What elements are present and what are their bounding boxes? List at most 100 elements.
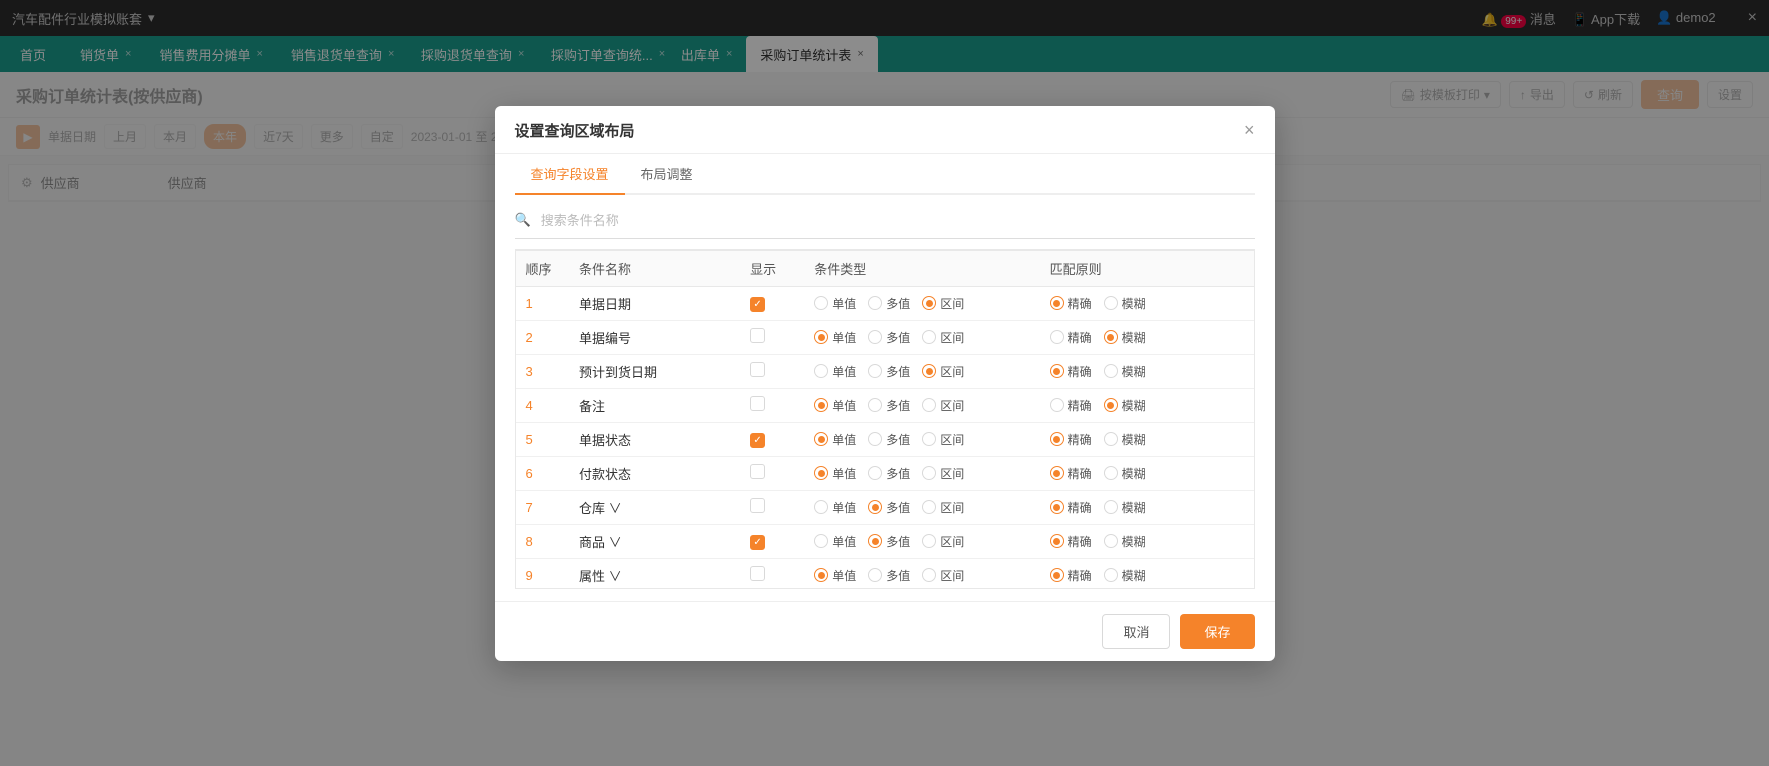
display-checkbox[interactable] [750,498,765,513]
type-range-option[interactable]: 区间 [922,431,964,448]
type-range-option[interactable]: 区间 [922,533,964,550]
match-exact-option[interactable]: 精确 [1050,329,1092,346]
type-single-option[interactable]: 单值 [814,465,856,482]
type-range-radio[interactable] [922,534,936,548]
match-exact-option[interactable]: 精确 [1050,397,1092,414]
type-single-option[interactable]: 单值 [814,329,856,346]
type-multi-radio[interactable] [868,364,882,378]
modal-close-button[interactable]: × [1244,120,1255,141]
type-range-option[interactable]: 区间 [922,363,964,380]
match-fuzzy-radio[interactable] [1104,296,1118,310]
save-button[interactable]: 保存 [1180,614,1254,649]
match-fuzzy-radio[interactable] [1104,500,1118,514]
type-range-radio[interactable] [922,296,936,310]
type-single-option[interactable]: 单值 [814,533,856,550]
match-fuzzy-option[interactable]: 模糊 [1104,295,1146,312]
match-fuzzy-option[interactable]: 模糊 [1104,465,1146,482]
type-single-option[interactable]: 单值 [814,295,856,312]
type-range-radio[interactable] [922,364,936,378]
match-exact-radio[interactable] [1050,330,1064,344]
match-exact-radio[interactable] [1050,466,1064,480]
cell-display[interactable] [740,320,804,354]
match-fuzzy-option[interactable]: 模糊 [1104,397,1146,414]
cell-display[interactable] [740,490,804,524]
match-exact-option[interactable]: 精确 [1050,363,1092,380]
cell-display[interactable] [740,286,804,320]
match-exact-option[interactable]: 精确 [1050,295,1092,312]
type-range-radio[interactable] [922,398,936,412]
search-input[interactable] [535,211,735,230]
type-single-option[interactable]: 单值 [814,567,856,584]
cell-display[interactable] [740,456,804,490]
type-multi-radio[interactable] [868,330,882,344]
match-fuzzy-radio[interactable] [1104,398,1118,412]
type-range-option[interactable]: 区间 [922,567,964,584]
type-single-radio[interactable] [814,568,828,582]
tab-layout-adjust[interactable]: 布局调整 [625,154,709,195]
display-checkbox[interactable] [750,328,765,343]
type-single-option[interactable]: 单值 [814,397,856,414]
display-checkbox[interactable] [750,396,765,411]
type-multi-radio[interactable] [868,398,882,412]
type-range-radio[interactable] [922,466,936,480]
match-fuzzy-option[interactable]: 模糊 [1104,499,1146,516]
type-multi-radio[interactable] [868,568,882,582]
match-exact-radio[interactable] [1050,296,1064,310]
match-exact-radio[interactable] [1050,534,1064,548]
cancel-button[interactable]: 取消 [1102,614,1170,649]
match-exact-option[interactable]: 精确 [1050,499,1092,516]
match-exact-radio[interactable] [1050,500,1064,514]
type-multi-radio[interactable] [868,500,882,514]
match-fuzzy-radio[interactable] [1104,534,1118,548]
type-range-option[interactable]: 区间 [922,465,964,482]
type-range-radio[interactable] [922,330,936,344]
type-multi-option[interactable]: 多值 [868,431,910,448]
display-checkbox[interactable] [750,464,765,479]
cell-display[interactable] [740,558,804,589]
type-multi-option[interactable]: 多值 [868,295,910,312]
type-multi-option[interactable]: 多值 [868,567,910,584]
display-checkbox[interactable] [750,362,765,377]
match-exact-radio[interactable] [1050,568,1064,582]
match-exact-radio[interactable] [1050,364,1064,378]
match-exact-option[interactable]: 精确 [1050,465,1092,482]
match-exact-option[interactable]: 精确 [1050,533,1092,550]
type-multi-radio[interactable] [868,432,882,446]
type-range-option[interactable]: 区间 [922,499,964,516]
type-single-option[interactable]: 单值 [814,431,856,448]
match-exact-option[interactable]: 精确 [1050,567,1092,584]
match-fuzzy-radio[interactable] [1104,568,1118,582]
match-fuzzy-option[interactable]: 模糊 [1104,533,1146,550]
match-fuzzy-radio[interactable] [1104,432,1118,446]
match-fuzzy-radio[interactable] [1104,330,1118,344]
type-multi-radio[interactable] [868,466,882,480]
type-single-radio[interactable] [814,466,828,480]
display-checkbox[interactable] [750,566,765,581]
cell-display[interactable] [740,354,804,388]
type-single-option[interactable]: 单值 [814,363,856,380]
type-multi-option[interactable]: 多值 [868,363,910,380]
type-single-radio[interactable] [814,500,828,514]
type-single-radio[interactable] [814,534,828,548]
tab-query-fields[interactable]: 查询字段设置 [515,154,625,195]
match-fuzzy-radio[interactable] [1104,466,1118,480]
type-range-radio[interactable] [922,568,936,582]
type-range-radio[interactable] [922,432,936,446]
type-single-option[interactable]: 单值 [814,499,856,516]
match-fuzzy-radio[interactable] [1104,364,1118,378]
display-checkbox[interactable] [750,535,765,550]
match-fuzzy-option[interactable]: 模糊 [1104,431,1146,448]
type-multi-option[interactable]: 多值 [868,499,910,516]
type-single-radio[interactable] [814,364,828,378]
display-checkbox[interactable] [750,297,765,312]
display-checkbox[interactable] [750,433,765,448]
cell-display[interactable] [740,422,804,456]
match-fuzzy-option[interactable]: 模糊 [1104,363,1146,380]
match-exact-radio[interactable] [1050,398,1064,412]
match-fuzzy-option[interactable]: 模糊 [1104,567,1146,584]
type-multi-radio[interactable] [868,534,882,548]
cell-display[interactable] [740,524,804,558]
type-single-radio[interactable] [814,398,828,412]
match-fuzzy-option[interactable]: 模糊 [1104,329,1146,346]
type-range-radio[interactable] [922,500,936,514]
